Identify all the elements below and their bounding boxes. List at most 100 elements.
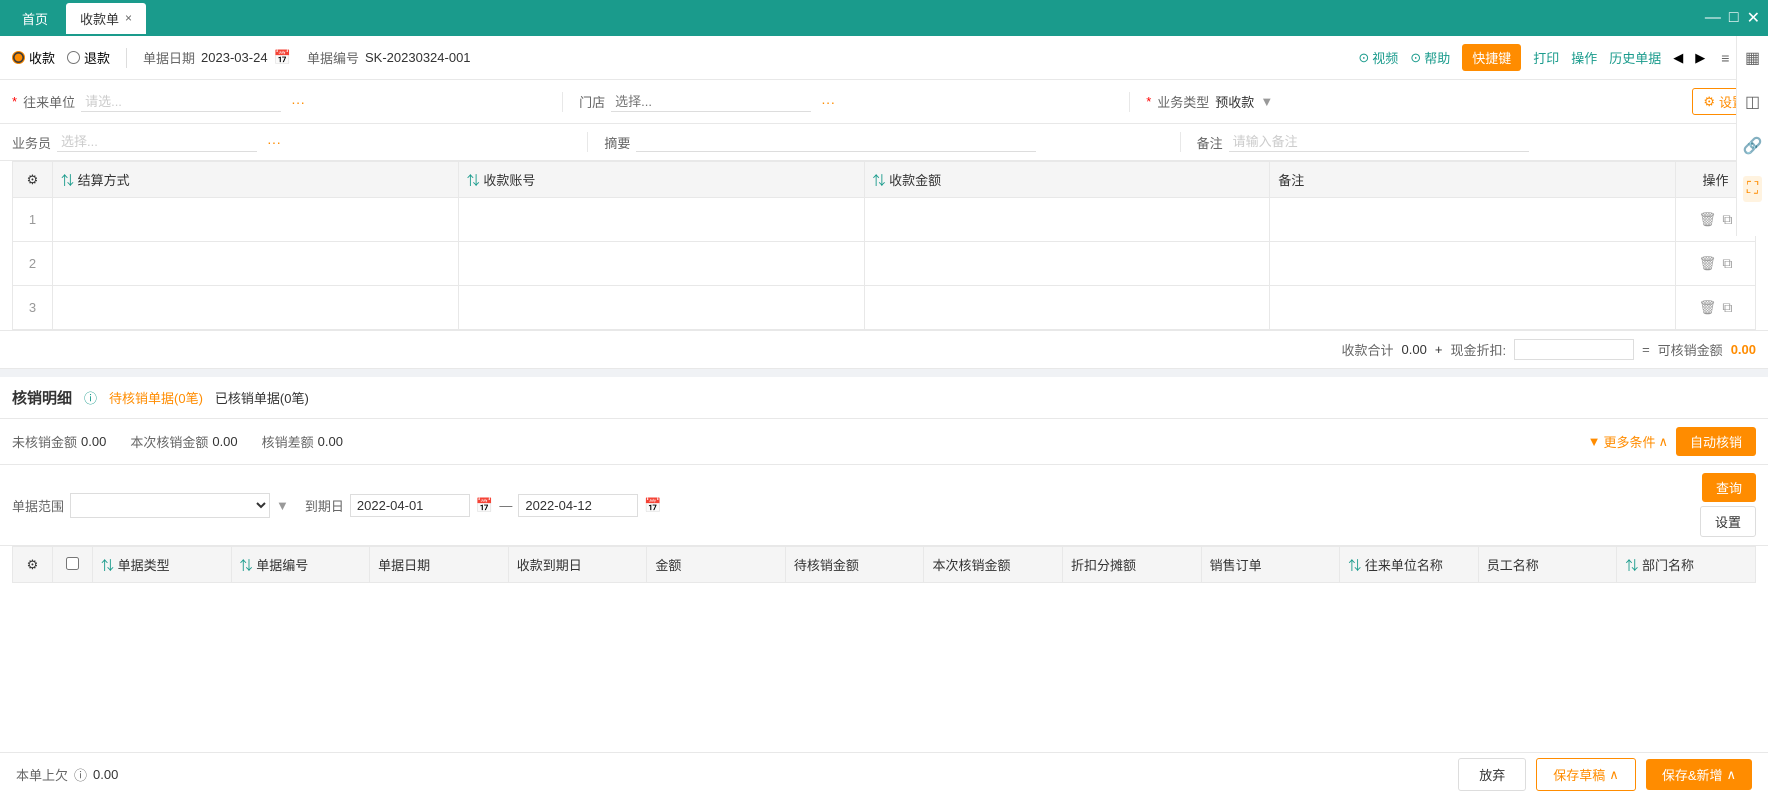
sidebar-expand-icon[interactable]: ⛶ (1743, 176, 1762, 202)
reconcile-title: 核销明细 (12, 387, 72, 408)
btcol-check[interactable] (53, 547, 93, 583)
nav-right-icon[interactable]: ▶ (1695, 50, 1705, 66)
maximize-icon[interactable]: □ (1729, 9, 1739, 27)
unchecked-label: 未核销金额 (12, 432, 77, 451)
row-settle-3[interactable] (53, 286, 459, 330)
tab-close-icon[interactable]: × (125, 11, 132, 25)
reconcile-header: 核销明细 ⓘ 待核销单据(0笔) 已核销单据(0笔) (0, 377, 1768, 419)
store-input[interactable] (611, 92, 811, 112)
btcol-pending: 待核销金额 (785, 547, 924, 583)
bottom-table-wrapper: ⚙ ⇅ 单据类型 ⇅ 单据编号 单据日期 收款到期日 金额 待核销 (0, 546, 1768, 583)
row-settle-1[interactable] (53, 198, 459, 242)
row-copy-btn-1[interactable]: ⧉ (1722, 211, 1732, 228)
row-delete-btn-2[interactable]: 🗑 (1699, 255, 1717, 272)
diff-label: 核销差额 (262, 432, 314, 451)
filter-settings-btn[interactable]: 设置 (1700, 506, 1756, 537)
sidebar-doc-icon[interactable]: ◫ (1741, 88, 1764, 116)
field-sep-4 (1180, 132, 1181, 152)
row-copy-btn-2[interactable]: ⧉ (1722, 255, 1732, 272)
this-order-info-icon[interactable]: ⓘ (74, 765, 87, 784)
btcol-staff: 员工名称 (1478, 547, 1617, 583)
due-date-start[interactable] (350, 494, 470, 517)
auto-reconcile-btn[interactable]: 自动核销 (1676, 427, 1756, 456)
counterpart-more-icon[interactable]: ··· (291, 94, 305, 110)
row-copy-btn-3[interactable]: ⧉ (1722, 299, 1732, 316)
sidebar-link-icon[interactable]: 🔗 (1739, 132, 1767, 160)
summary-label: 摘要 (604, 133, 630, 152)
row-num-1: 1 (13, 198, 53, 242)
minimize-icon[interactable]: — (1705, 9, 1721, 27)
range-select[interactable] (70, 493, 270, 518)
row-remark-2[interactable] (1270, 242, 1676, 286)
due-end-calendar-icon[interactable]: 📅 (644, 497, 661, 514)
radio-receipt[interactable]: 收款 (12, 48, 55, 67)
diff-value: 0.00 (318, 434, 343, 449)
summary-field: 摘要 (604, 132, 1163, 152)
business-type-dropdown-icon[interactable]: ▼ (1260, 94, 1273, 109)
save-new-chevron-icon: ∧ (1726, 767, 1736, 783)
discard-btn[interactable]: 放弃 (1458, 758, 1526, 791)
more-conditions-btn[interactable]: ▼ 更多条件 ∧ (1588, 432, 1668, 451)
row-delete-btn-1[interactable]: 🗑 (1699, 211, 1717, 228)
btcol-due: 收款到期日 (508, 547, 647, 583)
row-amount-1[interactable] (864, 198, 1270, 242)
staff-more-icon[interactable]: ··· (267, 134, 281, 150)
radio-refund[interactable]: 退款 (67, 48, 110, 67)
discount-input[interactable] (1514, 339, 1634, 360)
save-new-btn[interactable]: 保存&新增 ∧ (1646, 759, 1752, 790)
col-settings[interactable]: ⚙ (13, 162, 53, 198)
done-tab[interactable]: 已核销单据(0笔) (215, 388, 309, 407)
due-date-filter-field: 到期日 📅 — 📅 (305, 494, 662, 517)
row-amount-3[interactable] (864, 286, 1270, 330)
tab-home[interactable]: 首页 (8, 3, 62, 34)
save-draft-btn[interactable]: 保存草稿 ∧ (1536, 758, 1636, 791)
equal-sign: = (1642, 342, 1650, 357)
help-link[interactable]: ⊙ 帮助 (1410, 48, 1450, 67)
btcol-settings[interactable]: ⚙ (13, 547, 53, 583)
layout-list-icon[interactable]: ≡ (1717, 48, 1733, 68)
calendar-icon[interactable]: 📅 (274, 49, 291, 66)
shortcut-btn[interactable]: 快捷键 (1462, 44, 1521, 71)
nav-left-icon[interactable]: ◀ (1673, 50, 1683, 66)
row-delete-btn-3[interactable]: 🗑 (1699, 299, 1717, 316)
reconcile-table: ⚙ ⇅ 单据类型 ⇅ 单据编号 单据日期 收款到期日 金额 待核销 (12, 546, 1756, 583)
row-settle-2[interactable] (53, 242, 459, 286)
print-link[interactable]: 打印 (1533, 48, 1559, 67)
store-more-icon[interactable]: ··· (821, 94, 835, 110)
counterpart-input[interactable] (81, 92, 281, 112)
row-num-2: 2 (13, 242, 53, 286)
video-link[interactable]: ⊙ 视频 (1358, 48, 1398, 67)
reconcile-info-icon[interactable]: ⓘ (84, 388, 97, 407)
num-field: 单据编号 SK-20230324-001 (307, 48, 471, 67)
staff-input[interactable] (57, 132, 257, 152)
close-icon[interactable]: ✕ (1747, 8, 1760, 28)
footer-left: 本单上欠 ⓘ 0.00 (16, 765, 118, 784)
date-dash: — (499, 498, 512, 513)
footer-right: 放弃 保存草稿 ∧ 保存&新增 ∧ (1458, 758, 1752, 791)
row-amount-2[interactable] (864, 242, 1270, 286)
row-account-2[interactable] (458, 242, 864, 286)
row-account-3[interactable] (458, 286, 864, 330)
date-label: 单据日期 (143, 48, 195, 67)
due-date-end[interactable] (518, 494, 638, 517)
row-remark-3[interactable] (1270, 286, 1676, 330)
pending-tab[interactable]: 待核销单据(0笔) (109, 388, 203, 407)
right-sidebar: ▦ ◫ 🔗 ⛶ (1736, 36, 1768, 236)
summary-input[interactable] (636, 132, 1036, 152)
receipt-refund-toggle: 收款 退款 (12, 48, 110, 67)
query-btn[interactable]: 查询 (1702, 473, 1756, 502)
range-chevron-icon[interactable]: ▼ (276, 498, 289, 513)
select-all-checkbox[interactable] (66, 557, 79, 570)
history-link[interactable]: 历史单据 (1609, 48, 1661, 67)
main-content: 收款 退款 单据日期 2023-03-24 📅 单据编号 SK-20230324… (0, 36, 1768, 796)
tab-active[interactable]: 收款单 × (66, 3, 146, 34)
due-start-calendar-icon[interactable]: 📅 (476, 497, 493, 514)
row-actions-3: 🗑 ⧉ (1676, 286, 1756, 330)
operation-link[interactable]: 操作 (1571, 48, 1597, 67)
btcol-counterpart: ⇅ 往来单位名称 (1340, 547, 1479, 583)
table-row: 1 🗑 ⧉ (13, 198, 1756, 242)
row-account-1[interactable] (458, 198, 864, 242)
row-remark-1[interactable] (1270, 198, 1676, 242)
remark-input[interactable] (1229, 132, 1529, 152)
sidebar-table-icon[interactable]: ▦ (1741, 44, 1764, 72)
